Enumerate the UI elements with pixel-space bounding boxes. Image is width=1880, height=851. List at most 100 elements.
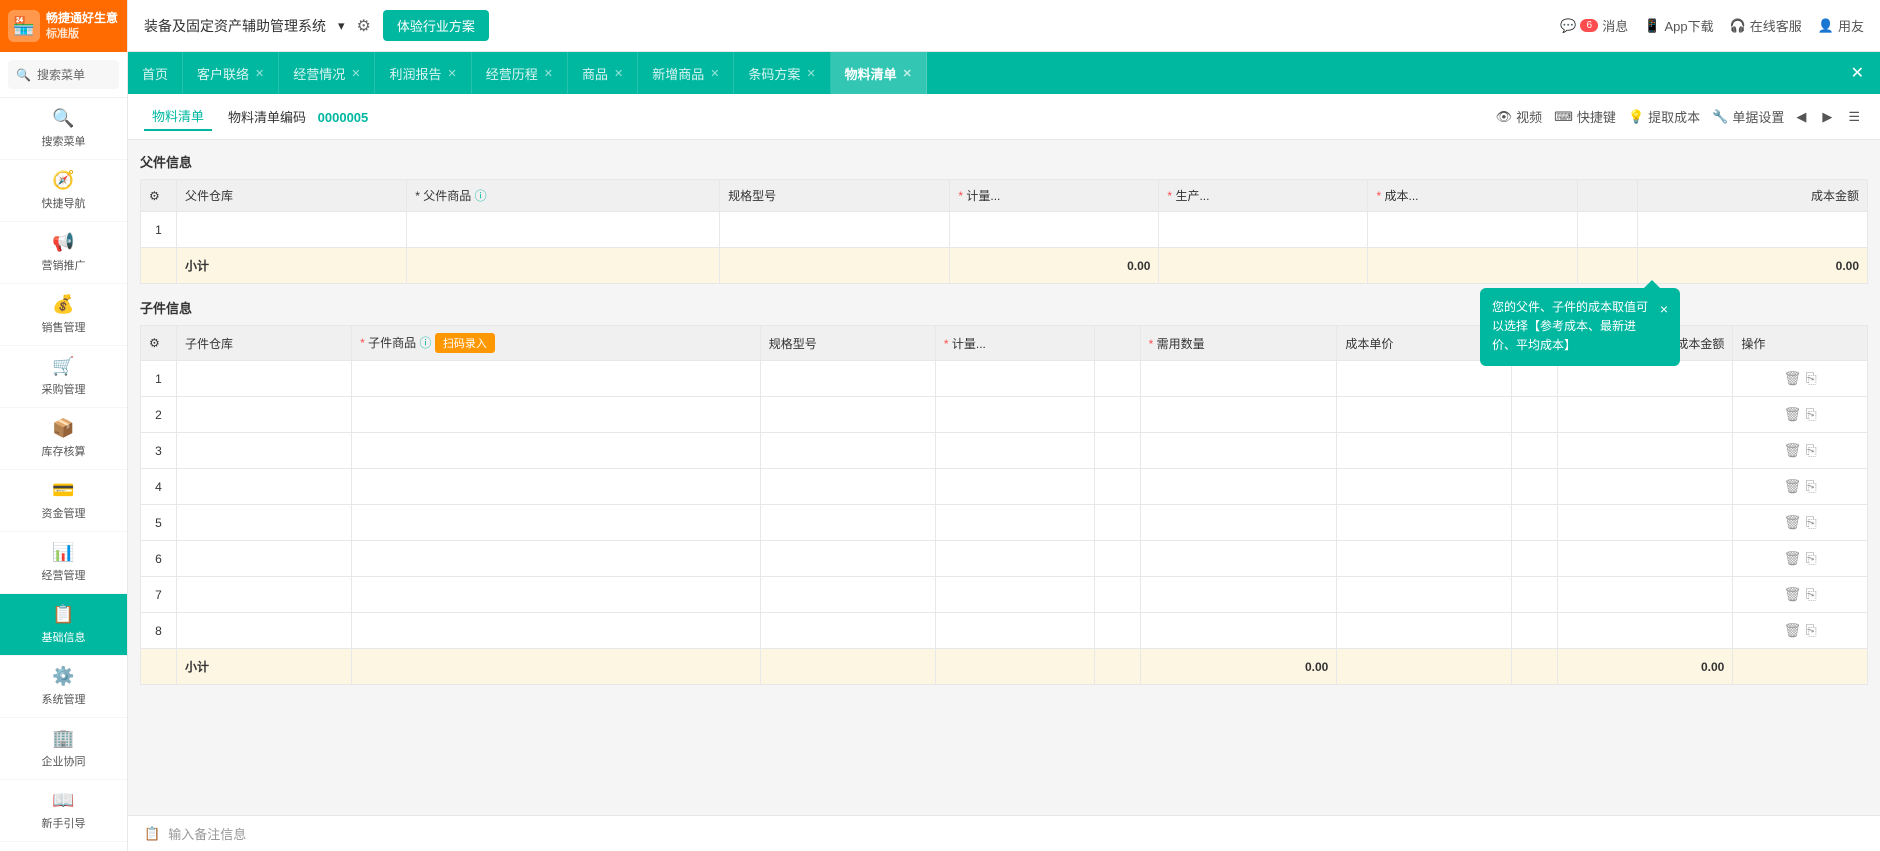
- child-row-7-delete-icon[interactable]: 🗑: [1784, 586, 1802, 603]
- child-row-3-delete-icon[interactable]: 🗑: [1784, 442, 1802, 459]
- child-row-3-copy-icon[interactable]: ⎘: [1805, 442, 1816, 459]
- child-row-8-unitcost[interactable]: [1337, 613, 1512, 649]
- top-nav-tab-business[interactable]: 经营情况✕: [279, 52, 375, 94]
- sidebar-item-search[interactable]: 🔍搜索菜单: [0, 98, 127, 160]
- child-row-3-product[interactable]: [352, 433, 761, 469]
- child-row-3-unit[interactable]: [935, 433, 1094, 469]
- tab-close-history[interactable]: ✕: [544, 67, 553, 80]
- header-dropdown[interactable]: ▾: [338, 18, 345, 34]
- tab-close-products[interactable]: ✕: [614, 67, 623, 80]
- child-row-5-unit[interactable]: [935, 505, 1094, 541]
- top-nav-close-button[interactable]: ✕: [1843, 59, 1872, 87]
- child-row-2-unit[interactable]: [935, 397, 1094, 433]
- top-nav-tab-products[interactable]: 商品✕: [568, 52, 638, 94]
- child-row-5-warehouse[interactable]: [177, 505, 352, 541]
- child-row-4-product[interactable]: [352, 469, 761, 505]
- search-menu-button[interactable]: 🔍 搜索菜单: [8, 60, 119, 89]
- sidebar-item-guide[interactable]: 📖新手引导: [0, 780, 127, 842]
- top-nav-tab-profit[interactable]: 利润报告✕: [375, 52, 471, 94]
- child-row-2-spec[interactable]: [760, 397, 935, 433]
- header-settings-icon[interactable]: ⚙: [357, 16, 371, 36]
- sub-nav-action-extract-cost[interactable]: 💡提取成本: [1628, 107, 1700, 126]
- child-row-2-delete-icon[interactable]: 🗑: [1784, 406, 1802, 423]
- parent-row-1-spec[interactable]: [720, 212, 950, 248]
- child-row-6-copy-icon[interactable]: ⎘: [1805, 550, 1816, 567]
- tooltip-close-button[interactable]: ×: [1660, 298, 1668, 320]
- tab-close-profit[interactable]: ✕: [448, 67, 457, 80]
- sidebar-item-quick-nav[interactable]: 🧭快捷导航: [0, 160, 127, 222]
- child-row-8-delete-icon[interactable]: 🗑: [1784, 622, 1802, 639]
- top-nav-tab-home[interactable]: 首页: [128, 52, 183, 94]
- child-row-6-unit[interactable]: [935, 541, 1094, 577]
- child-row-2-product[interactable]: [352, 397, 761, 433]
- child-row-4-delete-icon[interactable]: 🗑: [1784, 478, 1802, 495]
- header-user[interactable]: 👤用友: [1818, 16, 1864, 35]
- sub-nav-action-next[interactable]: ▶: [1822, 109, 1836, 125]
- top-nav-tab-customers[interactable]: 客户联络✕: [183, 52, 279, 94]
- child-row-1-spec[interactable]: [760, 361, 935, 397]
- child-row-7-qty[interactable]: [1140, 577, 1337, 613]
- child-row-5-delete-icon[interactable]: 🗑: [1784, 514, 1802, 531]
- tab-close-business[interactable]: ✕: [351, 67, 360, 80]
- parent-row-1-warehouse[interactable]: [177, 212, 407, 248]
- child-row-5-unitcost[interactable]: [1337, 505, 1512, 541]
- child-row-5-product[interactable]: [352, 505, 761, 541]
- child-row-7-warehouse[interactable]: [177, 577, 352, 613]
- child-row-5-copy-icon[interactable]: ⎘: [1805, 514, 1816, 531]
- child-row-6-delete-icon[interactable]: 🗑: [1784, 550, 1802, 567]
- tab-close-new-products[interactable]: ✕: [710, 67, 719, 80]
- child-row-1-copy-icon[interactable]: ⎘: [1805, 370, 1816, 387]
- child-row-4-warehouse[interactable]: [177, 469, 352, 505]
- child-row-1-unit[interactable]: [935, 361, 1094, 397]
- sub-nav-action-shortcut[interactable]: ⌨快捷键: [1554, 107, 1616, 126]
- child-row-4-qty[interactable]: [1140, 469, 1337, 505]
- child-row-5-qty[interactable]: [1140, 505, 1337, 541]
- child-row-7-product[interactable]: [352, 577, 761, 613]
- child-row-1-product[interactable]: [352, 361, 761, 397]
- sub-nav-action-prev[interactable]: ◀: [1796, 109, 1810, 125]
- child-row-6-product[interactable]: [352, 541, 761, 577]
- sidebar-item-purchase[interactable]: 🛒采购管理: [0, 346, 127, 408]
- child-row-3-unitcost[interactable]: [1337, 433, 1512, 469]
- child-row-8-spec[interactable]: [760, 613, 935, 649]
- child-row-1-qty[interactable]: [1140, 361, 1337, 397]
- top-nav-tab-history[interactable]: 经营历程✕: [472, 52, 568, 94]
- sidebar-item-inventory[interactable]: 📦库存核算: [0, 408, 127, 470]
- sidebar-item-basic-info[interactable]: 📋基础信息: [0, 594, 127, 656]
- child-row-8-warehouse[interactable]: [177, 613, 352, 649]
- parent-row-1-product[interactable]: [407, 212, 720, 248]
- parent-row-1-cost[interactable]: [1368, 212, 1577, 248]
- top-nav-tab-bom[interactable]: 物料清单✕: [831, 52, 927, 94]
- child-row-2-qty[interactable]: [1140, 397, 1337, 433]
- sidebar-item-system[interactable]: ⚙️系统管理: [0, 656, 127, 718]
- child-row-6-unitcost[interactable]: [1337, 541, 1512, 577]
- sub-nav-action-menu[interactable]: ☰: [1848, 109, 1864, 125]
- child-row-8-product[interactable]: [352, 613, 761, 649]
- child-row-2-copy-icon[interactable]: ⎘: [1805, 406, 1816, 423]
- child-row-3-spec[interactable]: [760, 433, 935, 469]
- tab-close-bom[interactable]: ✕: [903, 67, 912, 80]
- child-row-8-copy-icon[interactable]: ⎘: [1805, 622, 1816, 639]
- header-app-download[interactable]: 📱App下载: [1644, 16, 1713, 35]
- sub-nav-bom-list[interactable]: 物料清单: [144, 102, 212, 131]
- trial-button[interactable]: 体验行业方案: [383, 10, 489, 41]
- child-row-6-warehouse[interactable]: [177, 541, 352, 577]
- child-row-4-spec[interactable]: [760, 469, 935, 505]
- tab-close-customers[interactable]: ✕: [255, 67, 264, 80]
- sidebar-item-sales[interactable]: 💰销售管理: [0, 284, 127, 346]
- parent-row-1-produce[interactable]: [1159, 212, 1368, 248]
- child-row-6-spec[interactable]: [760, 541, 935, 577]
- child-row-7-unitcost[interactable]: [1337, 577, 1512, 613]
- child-row-6-qty[interactable]: [1140, 541, 1337, 577]
- parent-row-1-unit[interactable]: [950, 212, 1159, 248]
- child-row-3-qty[interactable]: [1140, 433, 1337, 469]
- child-row-4-unitcost[interactable]: [1337, 469, 1512, 505]
- tab-close-barcode[interactable]: ✕: [806, 67, 815, 80]
- child-row-3-warehouse[interactable]: [177, 433, 352, 469]
- parent-th-settings[interactable]: ⚙: [141, 180, 177, 212]
- child-row-4-unit[interactable]: [935, 469, 1094, 505]
- sidebar-item-enterprise[interactable]: 🏢企业协同: [0, 718, 127, 780]
- child-th-settings[interactable]: ⚙: [141, 326, 177, 361]
- sub-nav-action-view[interactable]: 👁视频: [1496, 107, 1543, 126]
- top-nav-tab-barcode[interactable]: 条码方案✕: [734, 52, 830, 94]
